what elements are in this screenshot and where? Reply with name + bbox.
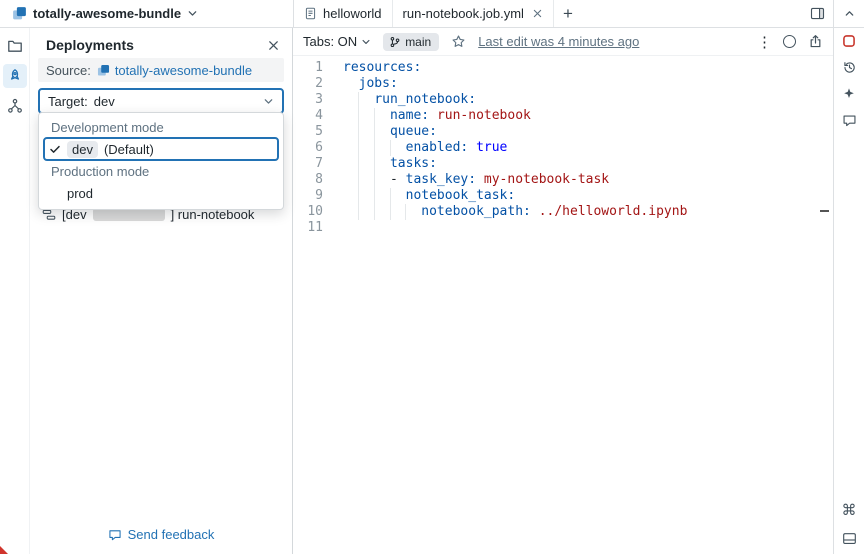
bottom-panel-icon[interactable] <box>842 531 857 546</box>
topbar-rail-cell <box>833 0 864 27</box>
line-number: 11 <box>307 220 323 235</box>
chevron-down-icon <box>187 8 198 19</box>
send-feedback-link[interactable]: Send feedback <box>30 527 292 542</box>
line-number: 5 <box>315 124 323 139</box>
star-icon[interactable] <box>451 34 466 49</box>
last-edit-link[interactable]: Last edit was 4 minutes ago <box>478 34 639 49</box>
editor-tab-bar: helloworld run-notebook.job.yml + <box>294 0 795 27</box>
code-line: jobs: <box>358 76 398 91</box>
line-number: 10 <box>307 204 323 219</box>
code-line: name: run-notebook <box>389 108 531 123</box>
right-sidebar: ⌘ <box>833 28 864 554</box>
tabs-toggle-button[interactable]: Tabs: ON <box>303 34 371 49</box>
dropdown-option-prod[interactable]: prod <box>43 181 279 205</box>
new-tab-button[interactable]: + <box>554 0 582 27</box>
editor-pane: Tabs: ON main Last edit was 4 minutes ag… <box>293 28 833 554</box>
bundle-switcher[interactable]: totally-awesome-bundle <box>0 0 294 27</box>
bundle-name: totally-awesome-bundle <box>33 6 182 21</box>
close-panel-icon[interactable] <box>267 39 280 52</box>
code-line: enabled: true <box>405 140 508 155</box>
tab-helloworld[interactable]: helloworld <box>294 0 393 27</box>
chevron-down-icon <box>361 37 371 47</box>
panel-title: Deployments <box>46 37 134 53</box>
corner-notification-flag <box>0 546 8 554</box>
panel-header: Deployments <box>30 28 292 58</box>
deployments-rocket-icon[interactable] <box>2 64 27 88</box>
target-select[interactable]: Target: dev <box>38 88 284 114</box>
tab-label: helloworld <box>323 6 382 21</box>
share-export-icon[interactable] <box>808 34 823 49</box>
deployments-panel: Deployments Source: totally-awesome-bund… <box>30 28 293 554</box>
history-icon[interactable] <box>842 60 857 75</box>
dropdown-option-dev[interactable]: dev (Default) <box>43 137 279 161</box>
source-row: Source: totally-awesome-bundle <box>38 58 284 82</box>
code-content: resources: jobs: run_notebook: name: run… <box>343 60 687 236</box>
overview-cursor-mark <box>820 210 829 212</box>
chevron-down-icon <box>263 96 274 107</box>
source-bundle-link[interactable]: totally-awesome-bundle <box>97 63 252 78</box>
main-area: Deployments Source: totally-awesome-bund… <box>0 28 864 554</box>
line-number: 7 <box>315 156 323 171</box>
target-label: Target: <box>48 93 88 109</box>
target-dropdown: Development mode dev (Default) Productio… <box>38 112 284 210</box>
dropdown-group-label: Production mode <box>51 164 150 179</box>
bundle-icon <box>12 6 27 21</box>
line-number: 3 <box>315 92 323 107</box>
collapse-up-icon[interactable] <box>844 8 855 19</box>
feedback-bubble-icon <box>108 528 122 542</box>
kebab-menu-icon[interactable]: ⋮ <box>757 33 772 51</box>
assistant-sparkle-icon[interactable] <box>842 87 856 101</box>
bundle-icon <box>97 64 110 77</box>
code-editor[interactable]: 1 2 3 4 5 6 7 8 9 10 11 resources: jobs: run_noteb… <box>293 56 833 554</box>
alert-red-icon[interactable] <box>842 34 856 48</box>
tab-run-notebook-job-yml[interactable]: run-notebook.job.yml <box>393 0 554 27</box>
git-branch-badge[interactable]: main <box>383 32 440 51</box>
target-value: dev <box>93 93 115 109</box>
line-number: 8 <box>315 172 323 187</box>
code-line: notebook_task: <box>405 188 516 203</box>
line-number: 6 <box>315 140 323 155</box>
topbar-actions <box>795 0 833 27</box>
tab-label: run-notebook.job.yml <box>402 6 524 21</box>
line-number: 4 <box>315 108 323 123</box>
option-value: prod <box>67 185 94 201</box>
option-suffix: (Default) <box>103 141 154 157</box>
code-line: resources: <box>343 60 422 75</box>
code-line: tasks: <box>389 156 437 171</box>
top-bar: totally-awesome-bundle helloworld run-no… <box>0 0 864 28</box>
git-branch-icon <box>389 36 401 48</box>
code-line: queue: <box>389 124 437 139</box>
files-folder-icon[interactable] <box>3 34 27 58</box>
tabs-toggle-label: Tabs: ON <box>303 34 358 49</box>
code-line: run_notebook: <box>374 92 477 107</box>
notebook-icon <box>304 7 317 20</box>
line-numbers: 1 2 3 4 5 6 7 8 9 10 11 <box>293 60 329 554</box>
source-label: Source: <box>46 62 91 78</box>
line-number: 2 <box>315 76 323 91</box>
feedback-label: Send feedback <box>127 527 215 542</box>
source-bundle-name: totally-awesome-bundle <box>114 62 253 78</box>
branch-name: main <box>405 34 432 49</box>
dropdown-group-label: Development mode <box>51 120 164 135</box>
left-sidebar <box>0 28 30 554</box>
status-circle-icon[interactable] <box>783 35 796 48</box>
option-value: dev <box>67 140 98 158</box>
code-line: notebook_path: ../helloworld.ipynb <box>421 204 688 219</box>
resource-explorer-icon[interactable] <box>3 94 27 118</box>
command-palette-icon[interactable]: ⌘ <box>842 501 857 519</box>
toggle-panel-layout-icon[interactable] <box>810 6 825 21</box>
line-number: 9 <box>315 188 323 203</box>
check-icon <box>49 143 67 155</box>
comments-icon[interactable] <box>842 113 857 128</box>
code-line: - task_key: my-notebook-task <box>389 172 610 187</box>
editor-toolbar: Tabs: ON main Last edit was 4 minutes ag… <box>293 28 833 56</box>
line-number: 1 <box>315 60 323 75</box>
app-window: totally-awesome-bundle helloworld run-no… <box>0 0 864 554</box>
close-tab-icon[interactable] <box>532 8 543 19</box>
